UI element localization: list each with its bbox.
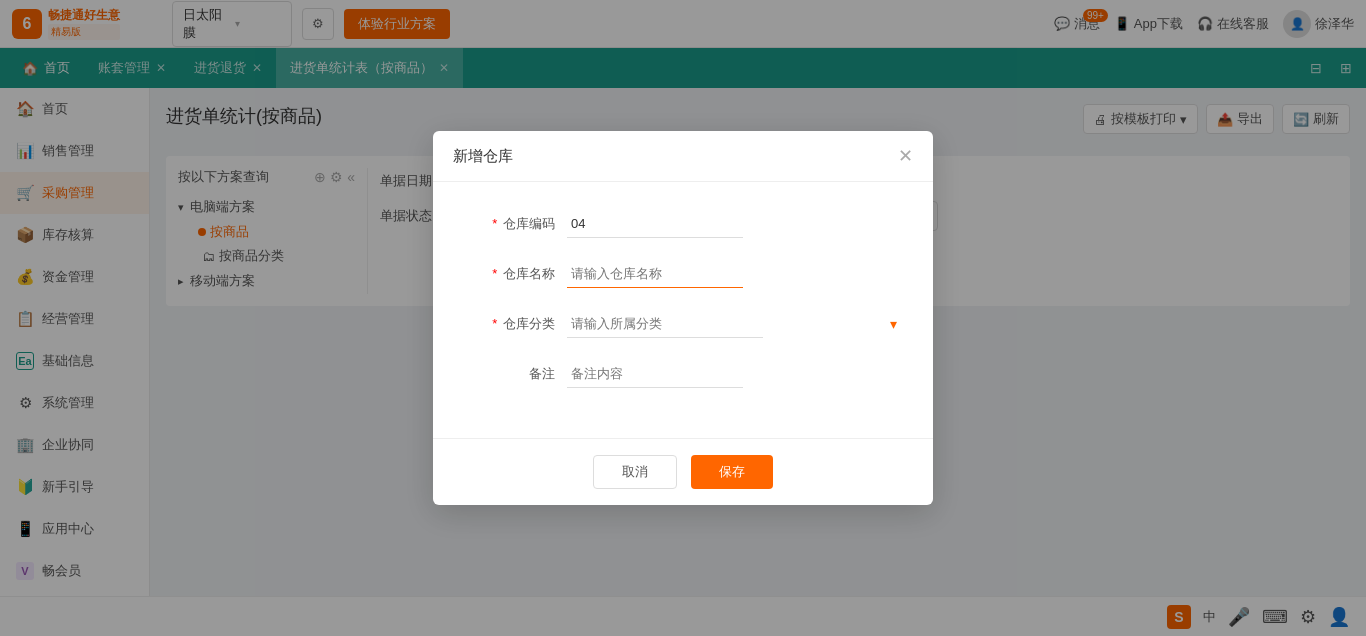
category-input[interactable] <box>567 310 763 338</box>
modal-close-button[interactable]: ✕ <box>898 145 913 167</box>
save-button[interactable]: 保存 <box>691 455 773 489</box>
note-input-wrapper <box>567 360 901 388</box>
chevron-down-icon: ▾ <box>890 316 897 332</box>
modal-header: 新增仓库 ✕ <box>433 131 933 182</box>
code-input[interactable] <box>567 210 743 238</box>
modal-body: * 仓库编码 * 仓库名称 * <box>433 182 933 438</box>
note-input[interactable] <box>567 360 743 388</box>
modal-title: 新增仓库 <box>453 147 513 166</box>
cancel-button[interactable]: 取消 <box>593 455 677 489</box>
form-row-note: 备注 <box>465 360 901 388</box>
name-label: * 仓库名称 <box>465 265 555 283</box>
note-label: 备注 <box>465 365 555 383</box>
code-label: * 仓库编码 <box>465 215 555 233</box>
form-row-code: * 仓库编码 <box>465 210 901 238</box>
modal-overlay: 新增仓库 ✕ * 仓库编码 * 仓库名称 <box>0 0 1366 636</box>
name-input[interactable] <box>567 260 743 288</box>
form-row-category: * 仓库分类 ▾ <box>465 310 901 338</box>
form-row-name: * 仓库名称 <box>465 260 901 288</box>
category-select-wrapper: ▾ <box>567 310 901 338</box>
category-label: * 仓库分类 <box>465 315 555 333</box>
new-warehouse-modal: 新增仓库 ✕ * 仓库编码 * 仓库名称 <box>433 131 933 505</box>
code-input-wrapper <box>567 210 901 238</box>
modal-footer: 取消 保存 <box>433 438 933 505</box>
name-input-wrapper <box>567 260 901 288</box>
